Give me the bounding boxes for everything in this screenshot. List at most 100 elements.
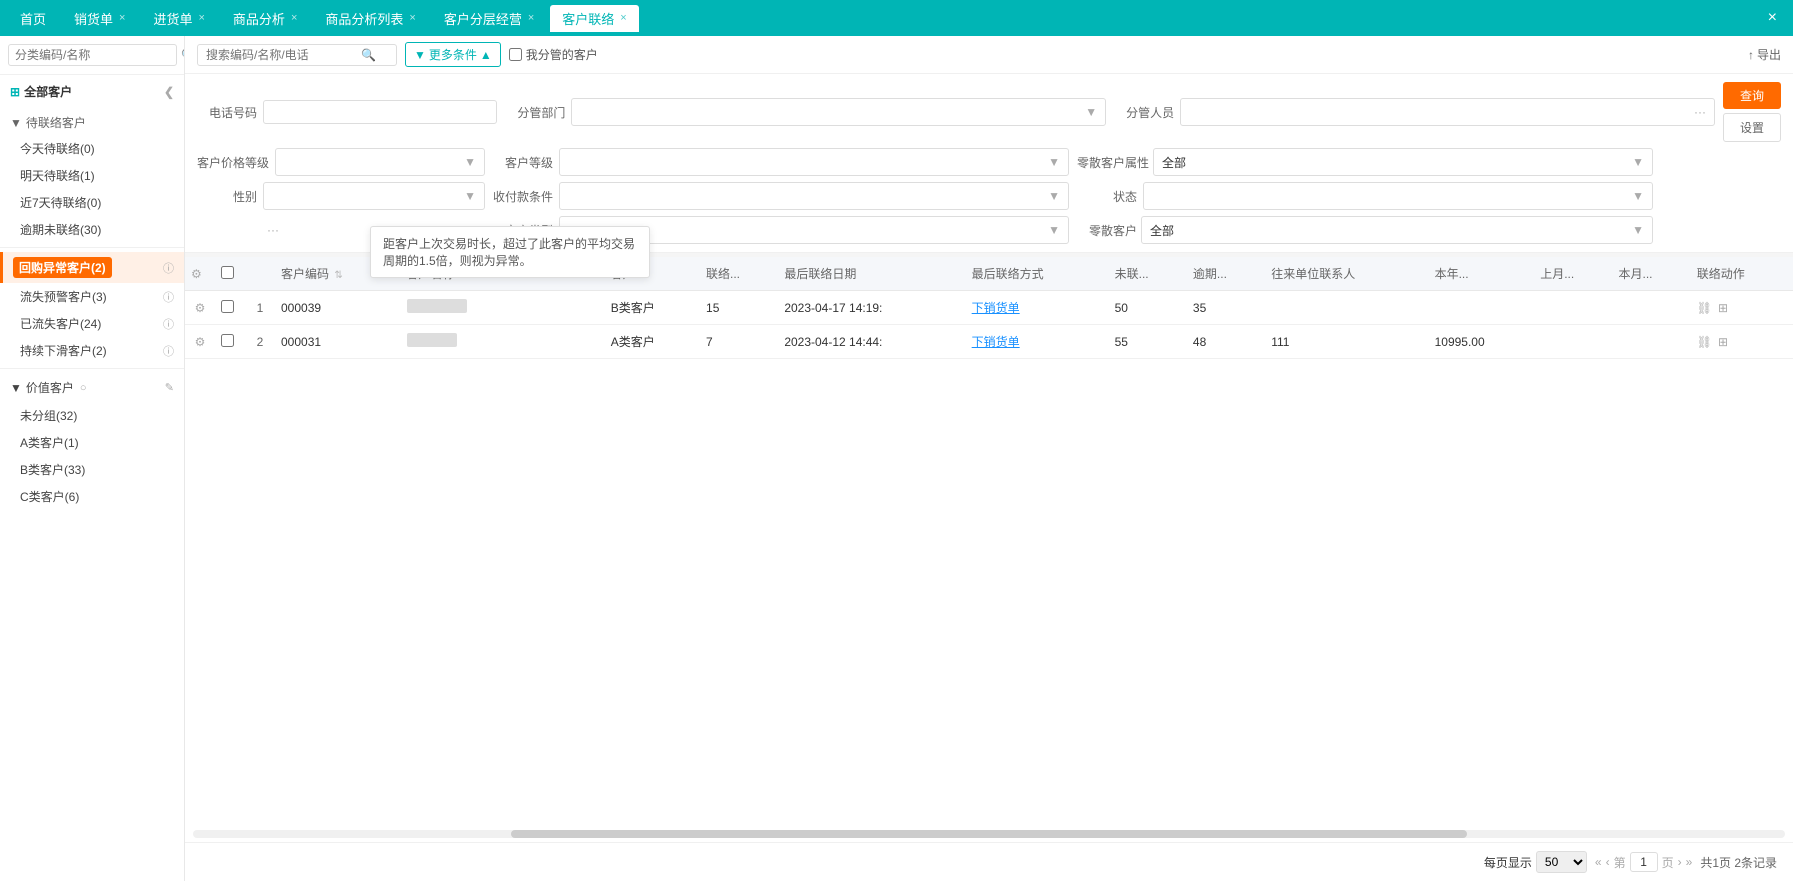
row-2-this-year: 10995.00 (1429, 325, 1535, 359)
class-a-customers[interactable]: A类客户(1) (0, 429, 184, 456)
select-all-checkbox[interactable] (221, 266, 234, 279)
row-1-this-month (1613, 291, 1691, 325)
phone-input[interactable] (263, 100, 497, 124)
settings-button[interactable]: 设置 (1723, 113, 1781, 142)
close-sales-tab[interactable]: × (119, 12, 125, 24)
col-settings[interactable]: ⚙ (185, 257, 215, 291)
action-buttons: 查询 设置 (1723, 82, 1781, 142)
row-1-actions: ⛓ ⊞ (1691, 291, 1793, 325)
tomorrow-pending[interactable]: 明天待联络(1) (0, 162, 184, 189)
retail-attr-field: 零散客户属性 全部 ▼ (1077, 148, 1653, 176)
row-1-last-method[interactable]: 下销货单 (966, 291, 1109, 325)
tab-analysis[interactable]: 商品分析 × (221, 5, 309, 32)
more-filters-ellipsis[interactable]: ··· (263, 223, 283, 237)
tab-sales[interactable]: 销货单 × (62, 5, 137, 32)
price-level-field: 客户价格等级 ▼ (197, 148, 485, 176)
payment-select[interactable]: ▼ (559, 182, 1069, 210)
edit-icon[interactable]: ✎ (165, 381, 174, 394)
sidebar-search-input[interactable] (8, 44, 177, 66)
row-1-grid-icon[interactable]: ⊞ (1718, 301, 1728, 315)
row-2-contacts: 7 (700, 325, 778, 359)
retail-customer-select[interactable]: 全部 ▼ (1141, 216, 1653, 244)
tab-purchase[interactable]: 进货单 × (141, 5, 216, 32)
table-row: ⚙ 2 000031 A类客户 7 2023-04-12 14:44: (185, 325, 1793, 359)
main-layout: 🔍 ⊞ 全部客户 ❮ ▼ 待联络客户 今天待联络(0) 明天待联络(1) 近7天… (0, 36, 1793, 881)
chevron-down-icon-4: ▼ (1632, 155, 1644, 169)
overdue-no-contact[interactable]: 逾期未联络(30) (0, 216, 184, 243)
next-page-button[interactable]: › (1678, 855, 1682, 869)
close-all-tabs[interactable]: × (1760, 9, 1785, 27)
row-1-unread: 50 (1109, 291, 1187, 325)
close-customer-tier-tab[interactable]: × (528, 12, 534, 24)
col-num (245, 257, 275, 291)
gender-select[interactable]: ▼ (263, 182, 485, 210)
close-purchase-tab[interactable]: × (198, 12, 204, 24)
filter-search-icon[interactable]: 🔍 (361, 48, 376, 62)
class-b-customers[interactable]: B类客户(33) (0, 456, 184, 483)
first-page-button[interactable]: « (1595, 855, 1602, 869)
declining-customers[interactable]: 持续下滑客户(2) ⓘ (0, 337, 184, 364)
customer-level-field: 客户等级 ▼ (493, 148, 1069, 176)
row-2-this-month (1613, 325, 1691, 359)
repurchase-anomaly[interactable]: 回购异常客户(2) ⓘ (0, 252, 184, 283)
filter-row-3: 性别 ▼ 收付款条件 ▼ 状态 (197, 182, 1781, 210)
col-company-contact: 往来单位联系人 (1265, 257, 1428, 291)
more-conditions-button[interactable]: ▼ 更多条件 ▲ (405, 42, 501, 67)
filter-row-1: 电话号码 分管部门 ▼ 分管人员 ··· (197, 82, 1781, 142)
week-pending[interactable]: 近7天待联络(0) (0, 189, 184, 216)
my-customers-checkbox-wrapper[interactable]: 我分管的客户 (509, 46, 598, 63)
row-2-checkbox[interactable] (221, 334, 234, 347)
row-2-last-method[interactable]: 下销货单 (966, 325, 1109, 359)
chevron-down-icon-6: ▼ (1048, 189, 1060, 203)
settings-cell-1[interactable]: ⚙ (185, 291, 215, 325)
col-action: 联络动作 (1691, 257, 1793, 291)
close-analysis-list-tab[interactable]: × (409, 12, 415, 24)
filter-search-input[interactable] (206, 48, 361, 62)
current-page-input[interactable]: 1 (1630, 852, 1658, 872)
last-page-button[interactable]: » (1686, 855, 1693, 869)
pagination: 每页显示 20 50 100 200 « ‹ 第 1 页 › » 共1页 2条记… (185, 842, 1793, 881)
row-2-last-date: 2023-04-12 14:44: (778, 325, 965, 359)
export-button[interactable]: ↑ 导出 (1748, 46, 1781, 63)
row-2-link-icon[interactable]: ⛓ (1697, 335, 1712, 349)
ungrouped-customers[interactable]: 未分组(32) (0, 402, 184, 429)
horizontal-scrollbar[interactable] (185, 826, 1793, 842)
pending-contact-group[interactable]: ▼ 待联络客户 (0, 108, 184, 135)
prev-page-button[interactable]: ‹ (1606, 855, 1610, 869)
query-button[interactable]: 查询 (1723, 82, 1781, 109)
customer-level-select[interactable]: ▼ (559, 148, 1069, 176)
tab-customer-contact[interactable]: 客户联络 × (550, 5, 638, 32)
per-page-select[interactable]: 20 50 100 200 (1536, 851, 1587, 873)
status-select[interactable]: ▼ (1143, 182, 1653, 210)
all-customers-header[interactable]: ⊞ 全部客户 ❮ (0, 75, 184, 108)
department-select[interactable]: ▼ (571, 98, 1106, 126)
tab-home[interactable]: 首页 (8, 5, 58, 32)
already-churned[interactable]: 已流失客户(24) ⓘ (0, 310, 184, 337)
my-customers-checkbox[interactable] (509, 48, 522, 61)
divider-2 (0, 368, 184, 369)
class-c-customers[interactable]: C类客户(6) (0, 483, 184, 510)
tab-analysis-list[interactable]: 商品分析列表 × (313, 5, 427, 32)
payment-field: 收付款条件 ▼ (493, 182, 1069, 210)
value-customers-group[interactable]: ▼ 价值客户 ○ ✎ (0, 373, 184, 402)
row-1-checkbox[interactable] (221, 300, 234, 313)
close-customer-contact-tab[interactable]: × (620, 12, 626, 24)
row-1-name (401, 291, 605, 325)
row-1-this-year (1429, 291, 1535, 325)
retail-attr-select[interactable]: 全部 ▼ (1153, 148, 1653, 176)
filter-search-wrapper: 🔍 (197, 44, 397, 66)
person-select[interactable]: ··· (1180, 98, 1715, 126)
sort-code-icon: ⇅ (334, 270, 342, 281)
churn-warning[interactable]: 流失预警客户(3) ⓘ (0, 283, 184, 310)
row-2-grid-icon[interactable]: ⊞ (1718, 335, 1728, 349)
today-pending[interactable]: 今天待联络(0) (0, 135, 184, 162)
table-row: ⚙ 1 000039 B类客户 15 2023-04-17 14:19: (185, 291, 1793, 325)
close-analysis-tab[interactable]: × (291, 12, 297, 24)
price-level-select[interactable]: ▼ (275, 148, 485, 176)
checkbox-cell-2 (215, 325, 245, 359)
tab-customer-tier[interactable]: 客户分层经营 × (432, 5, 546, 32)
settings-cell-2[interactable]: ⚙ (185, 325, 215, 359)
row-2-type: A类客户 (605, 325, 700, 359)
scroll-thumb[interactable] (511, 830, 1466, 838)
row-1-link-icon[interactable]: ⛓ (1697, 301, 1712, 315)
